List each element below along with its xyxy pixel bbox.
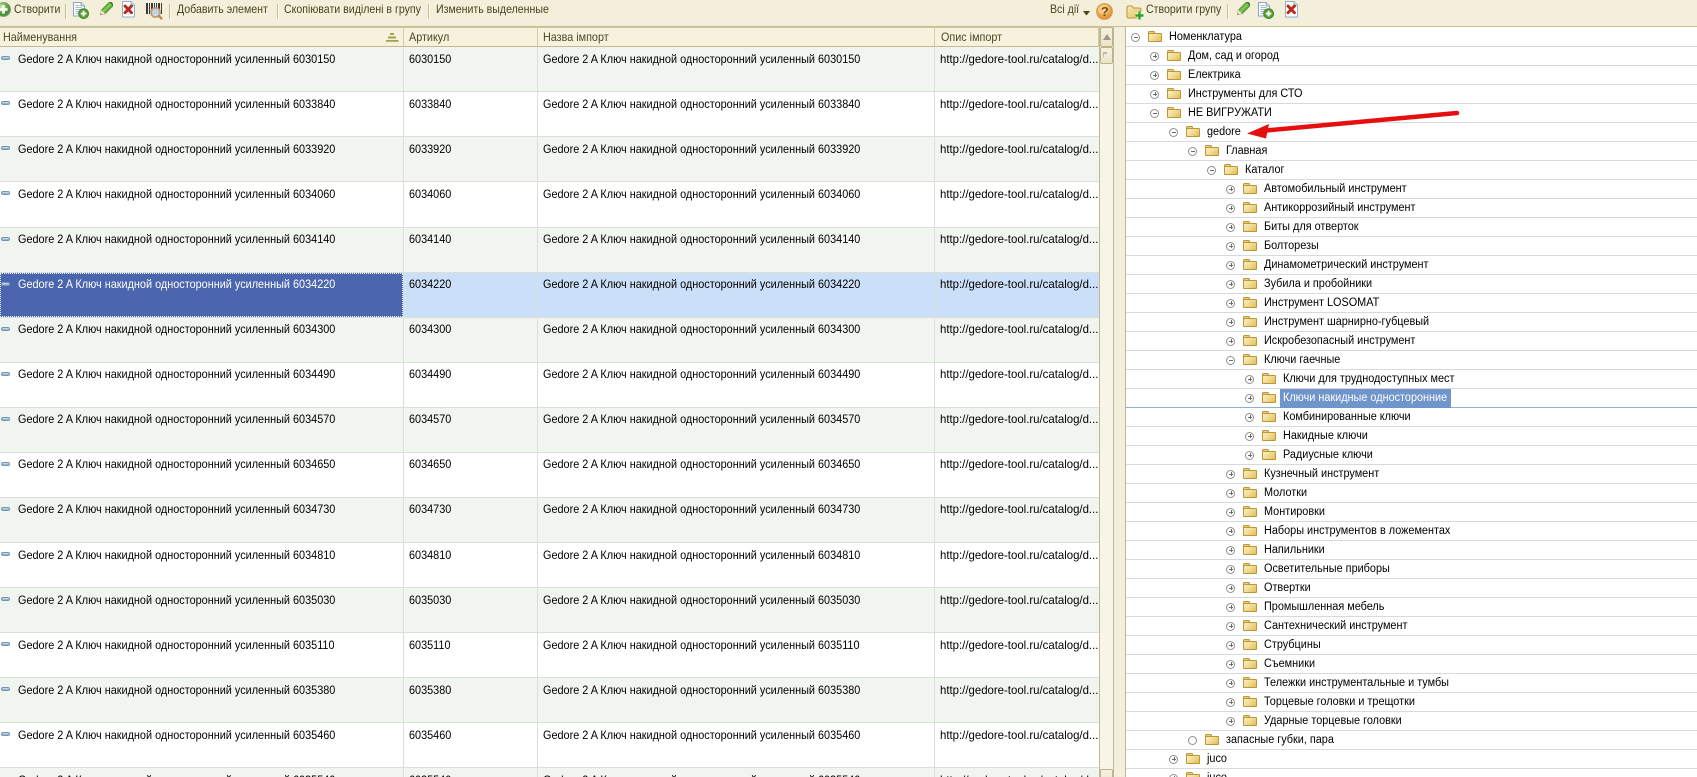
svg-text:?: ? [1101,4,1109,19]
